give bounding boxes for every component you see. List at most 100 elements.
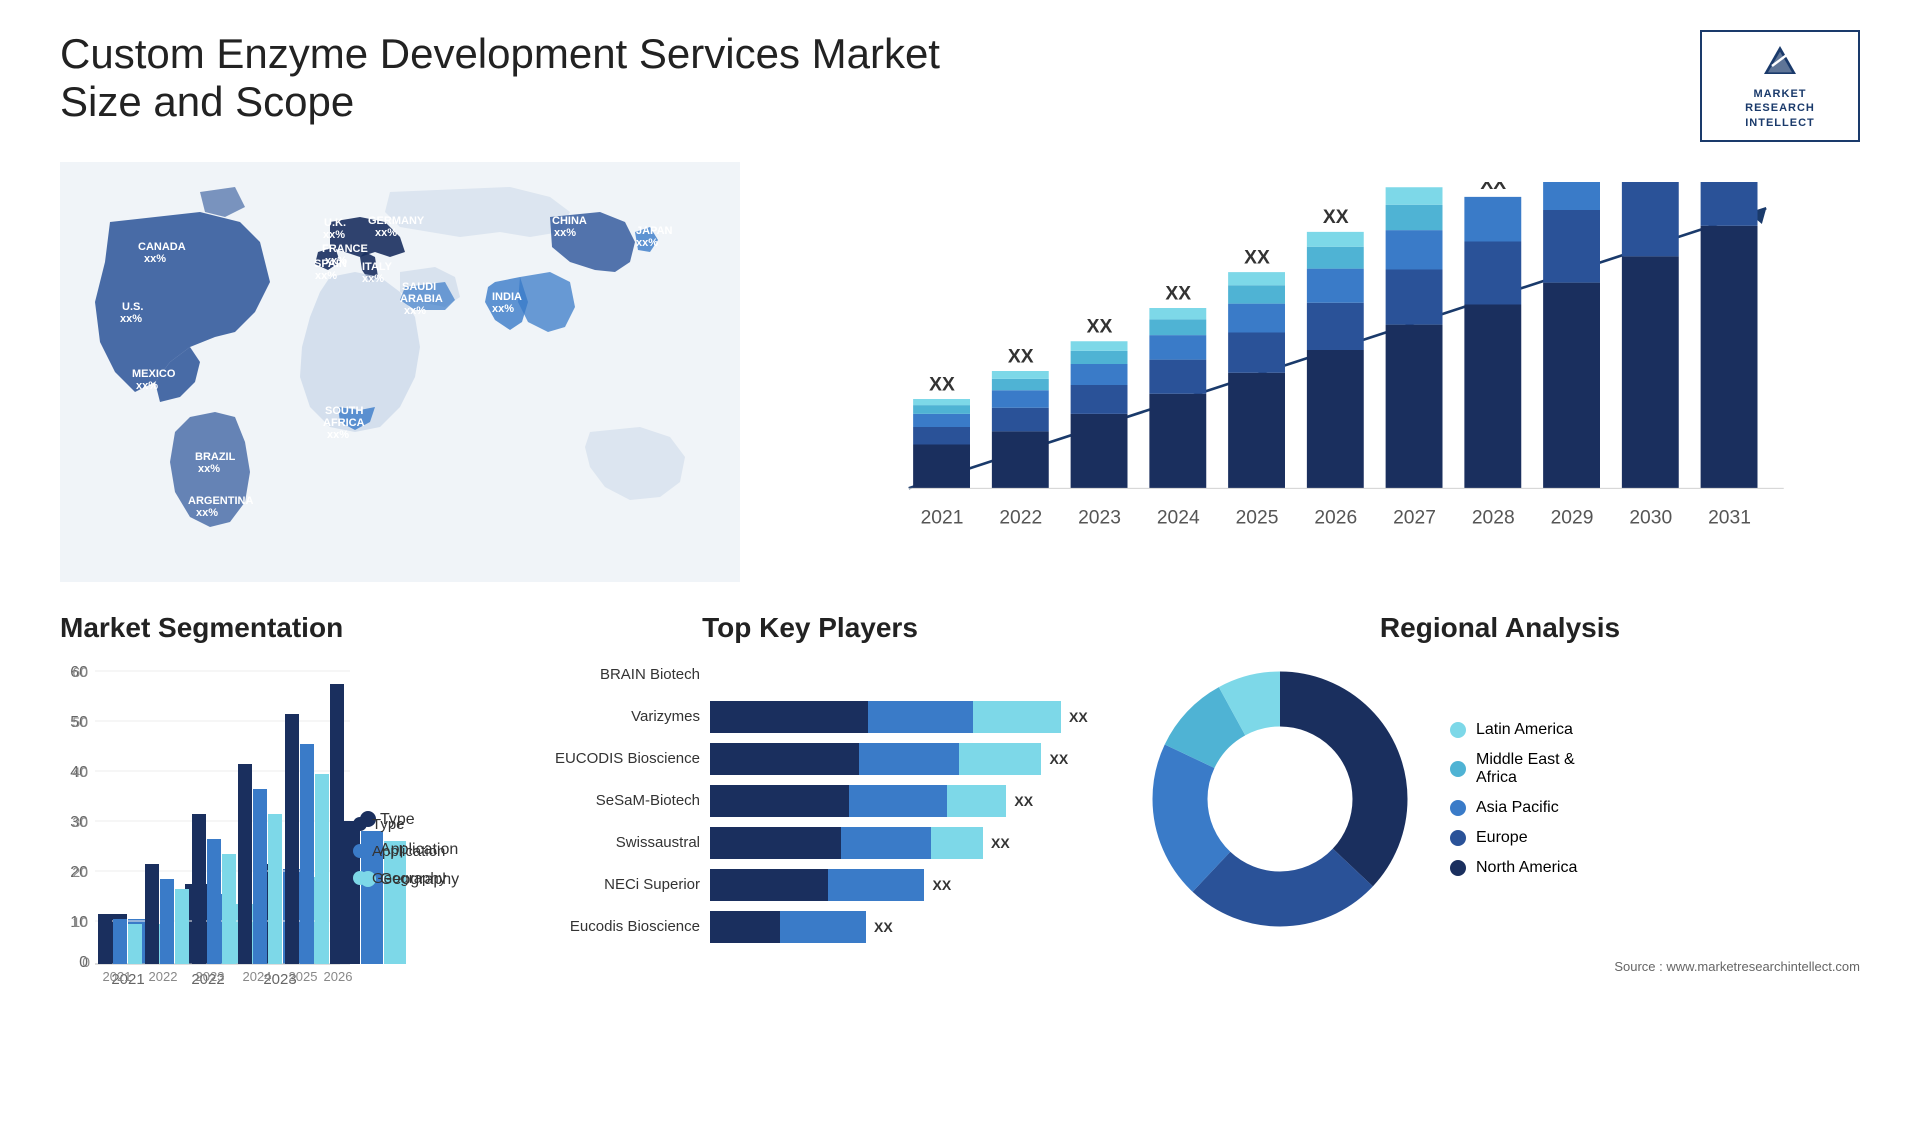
svg-text:30: 30	[72, 814, 88, 830]
svg-text:XX: XX	[1165, 283, 1191, 304]
europe-label: Europe	[1476, 829, 1528, 847]
player-bar-container: XX	[710, 743, 1100, 775]
svg-text:50: 50	[72, 714, 88, 730]
svg-text:2030: 2030	[1629, 507, 1672, 528]
mea-label: Middle East &Africa	[1476, 751, 1575, 787]
bar-chart-svg: 2021 XX 2022 XX 2023 XX	[800, 182, 1840, 532]
player-row: NECi Superior XX	[520, 869, 1100, 901]
svg-text:XX: XX	[1323, 207, 1349, 228]
top-section: CANADA xx% U.S. xx% MEXICO xx% BRAZIL xx…	[60, 162, 1860, 582]
player-bar-container: XX	[710, 701, 1100, 733]
china-value: xx%	[554, 227, 576, 239]
regional-content: Latin America Middle East &Africa Asia P…	[1140, 659, 1860, 939]
world-map: CANADA xx% U.S. xx% MEXICO xx% BRAZIL xx…	[60, 162, 740, 582]
svg-text:Application: Application	[372, 843, 445, 860]
legend-item-na: North America	[1450, 859, 1577, 877]
svg-text:2022: 2022	[149, 969, 178, 984]
mea-dot	[1450, 761, 1466, 777]
saudi-value: xx%	[404, 305, 426, 317]
mexico-label: MEXICO	[132, 368, 176, 380]
svg-text:2022: 2022	[999, 507, 1042, 528]
svg-text:XX: XX	[1480, 182, 1506, 194]
svg-text:2025: 2025	[289, 969, 318, 984]
bottom-section: Market Segmentation 60 50 40 30 20 10 0	[60, 612, 1860, 1092]
segmentation-section: Market Segmentation 60 50 40 30 20 10 0	[60, 612, 480, 1092]
svg-text:XX: XX	[929, 374, 955, 395]
argentina-label: ARGENTINA	[188, 495, 253, 507]
player-row: EUCODIS Bioscience XX	[520, 743, 1100, 775]
saudi-label: SAUDI	[402, 281, 436, 293]
player-name: NECi Superior	[520, 876, 700, 893]
svg-text:2026: 2026	[324, 969, 353, 984]
germany-value: xx%	[375, 227, 397, 239]
map-svg: CANADA xx% U.S. xx% MEXICO xx% BRAZIL xx…	[60, 162, 740, 582]
regional-legend: Latin America Middle East &Africa Asia P…	[1450, 721, 1577, 877]
svg-text:40: 40	[72, 764, 88, 780]
latin-dot	[1450, 722, 1466, 738]
svg-text:Type: Type	[372, 816, 405, 833]
svg-text:2029: 2029	[1551, 507, 1594, 528]
brazil-label: BRAZIL	[195, 451, 236, 463]
svg-text:XX: XX	[1087, 316, 1113, 337]
player-name: Eucodis Bioscience	[520, 918, 700, 935]
svg-text:2027: 2027	[1393, 507, 1436, 528]
player-bar-container: XX	[710, 911, 1100, 943]
segmentation-title: Market Segmentation	[60, 612, 480, 644]
svg-text:2031: 2031	[1708, 507, 1751, 528]
page-title: Custom Enzyme Development Services Marke…	[60, 30, 960, 126]
svg-text:20: 20	[72, 864, 88, 880]
player-name: EUCODIS Bioscience	[520, 750, 700, 767]
bar-chart-container: 2021 XX 2022 XX 2023 XX	[780, 162, 1860, 582]
player-row: Swissaustral XX	[520, 827, 1100, 859]
legend-item-latin: Latin America	[1450, 721, 1577, 739]
player-value: XX	[991, 835, 1010, 851]
japan-value: xx%	[636, 237, 658, 249]
saudi-label2: ARABIA	[400, 293, 443, 305]
argentina-value: xx%	[196, 507, 218, 519]
na-dot	[1450, 860, 1466, 876]
logo: MARKETRESEARCHINTELLECT	[1700, 30, 1860, 142]
latin-label: Latin America	[1476, 721, 1573, 739]
player-bar-container: XX	[710, 869, 1100, 901]
svg-text:10: 10	[72, 914, 88, 930]
player-value: XX	[874, 919, 893, 935]
uk-value: xx%	[323, 229, 345, 241]
player-bar-container	[710, 659, 1100, 691]
svg-text:2024: 2024	[1157, 507, 1200, 528]
svg-text:XX: XX	[1008, 346, 1034, 367]
player-row: Eucodis Bioscience XX	[520, 911, 1100, 943]
players-chart: BRAIN Biotech Varizymes XX	[520, 659, 1100, 943]
italy-value: xx%	[362, 273, 384, 285]
safrica-label: SOUTH	[325, 405, 364, 417]
canada-value: xx%	[144, 253, 166, 265]
regional-section: Regional Analysis	[1140, 612, 1860, 1092]
player-name: Swissaustral	[520, 834, 700, 851]
germany-label: GERMANY	[368, 215, 425, 227]
canada-label: CANADA	[138, 241, 186, 253]
page-container: Custom Enzyme Development Services Marke…	[0, 0, 1920, 1146]
players-title: Top Key Players	[520, 612, 1100, 644]
svg-text:2028: 2028	[1472, 507, 1515, 528]
source-text: Source : www.marketresearchintellect.com	[1140, 959, 1860, 974]
svg-text:2021: 2021	[103, 969, 132, 984]
svg-text:60: 60	[72, 664, 88, 680]
regional-title: Regional Analysis	[1140, 612, 1860, 644]
india-label: INDIA	[492, 291, 522, 303]
players-section: Top Key Players BRAIN Biotech Varizymes	[520, 612, 1100, 1092]
logo-icon	[1760, 42, 1800, 82]
france-label: FRANCE	[322, 243, 368, 255]
legend-item-mea: Middle East &Africa	[1450, 751, 1577, 787]
svg-text:XX: XX	[1244, 247, 1270, 268]
player-name: Varizymes	[520, 708, 700, 725]
svg-text:2025: 2025	[1236, 507, 1279, 528]
svg-text:2021: 2021	[921, 507, 964, 528]
logo-text: MARKETRESEARCHINTELLECT	[1745, 87, 1815, 130]
svg-text:2026: 2026	[1314, 507, 1357, 528]
player-row: SeSaM-Biotech XX	[520, 785, 1100, 817]
svg-text:0: 0	[82, 954, 90, 970]
spain-label: SPAIN	[314, 258, 347, 270]
player-name: BRAIN Biotech	[520, 666, 700, 683]
india-value: xx%	[492, 303, 514, 315]
safrica-label2: AFRICA	[323, 417, 365, 429]
apac-label: Asia Pacific	[1476, 799, 1559, 817]
